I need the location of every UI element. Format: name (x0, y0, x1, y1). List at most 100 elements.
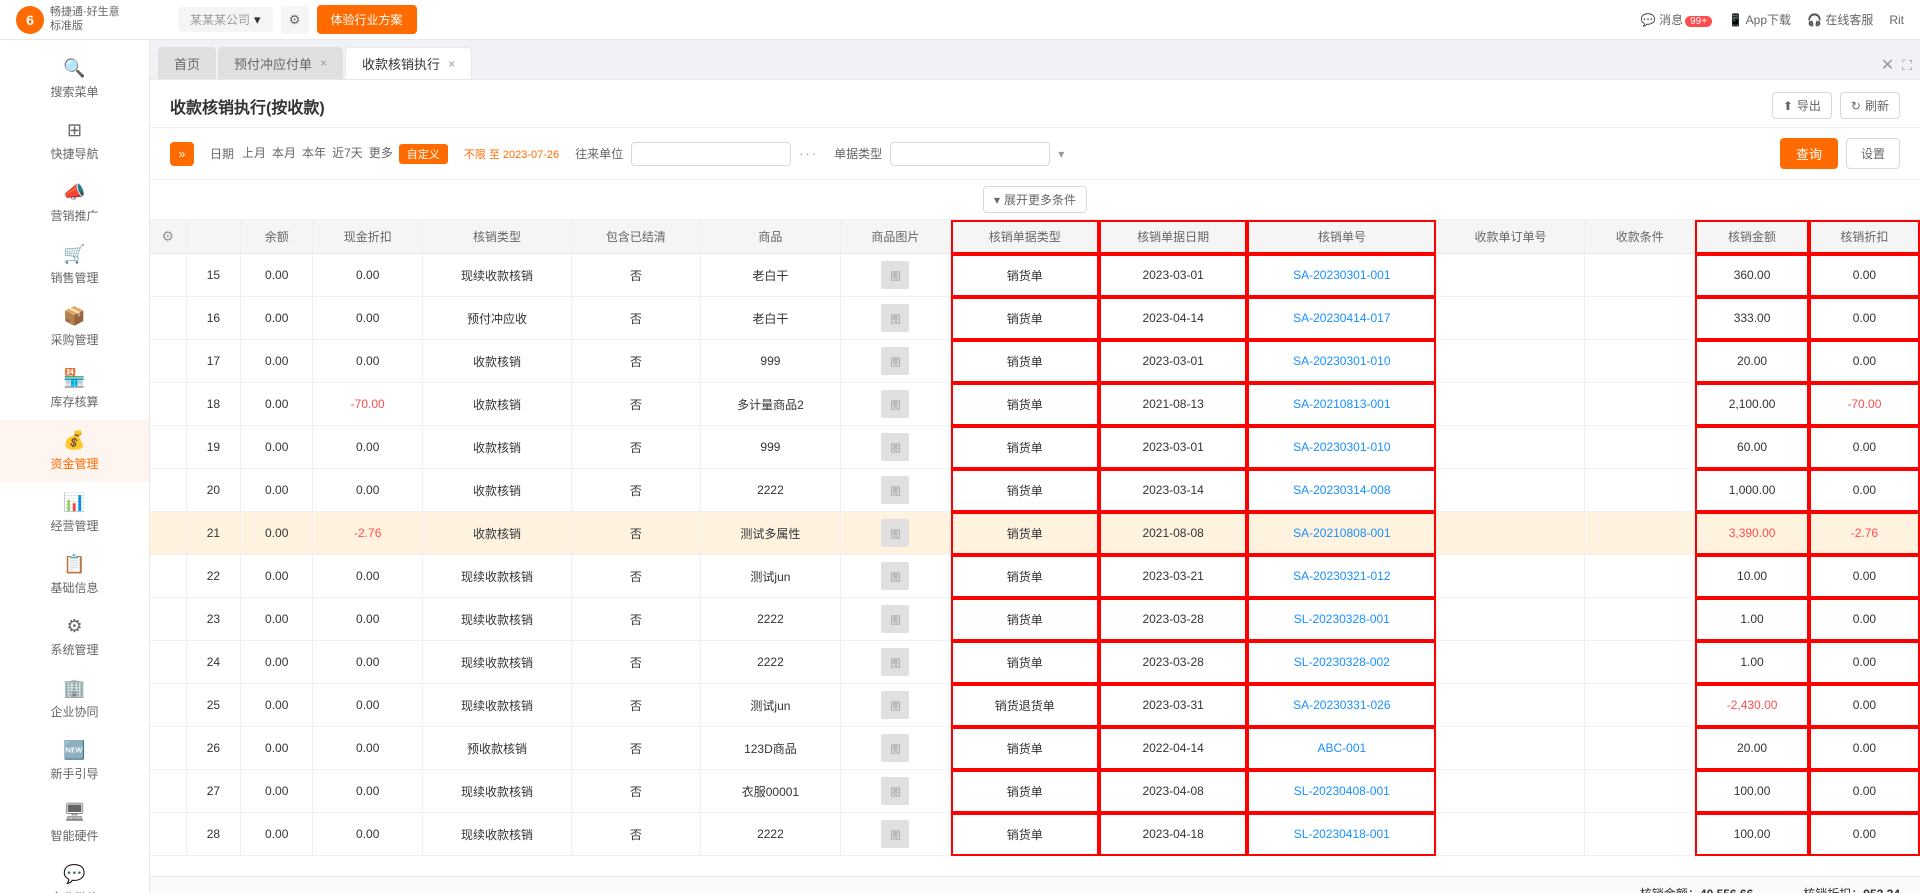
cell-goods-img: 图 (840, 555, 950, 598)
cell-verify-type: 收款核销 (423, 426, 571, 469)
sidebar-label-smart: 智能硬件 (50, 827, 98, 844)
cell-receipt-cond (1585, 555, 1695, 598)
company-selector[interactable]: 某某某公司 ▾ (178, 7, 273, 32)
export-button[interactable]: ⬆ 导出 (1772, 92, 1832, 119)
cell-verify-amount: 100.00 (1695, 770, 1809, 813)
export-icon: ⬆ (1783, 99, 1793, 113)
date-link-this-year[interactable]: 本年 (302, 144, 326, 164)
cell-goods: 多计量商品2 (700, 383, 840, 426)
sidebar-item-purchase[interactable]: 📦 采购管理 (0, 296, 149, 358)
date-link-more[interactable]: 更多 (369, 144, 393, 164)
expand-more-button[interactable]: ▾ 展开更多条件 (983, 186, 1087, 213)
tab-prepay[interactable]: 预付冲应付单 × (218, 47, 343, 79)
tab-maximize-icon[interactable]: ⛶ (1902, 57, 1912, 74)
cell-verify-bill-no[interactable]: SA-20230301-010 (1247, 340, 1436, 383)
counterpart-input[interactable] (631, 142, 791, 166)
app-download-link[interactable]: 📱 App下载 (1728, 11, 1791, 28)
col-header-settings[interactable]: ⚙ (150, 220, 186, 254)
column-settings-button[interactable]: ⚙ (161, 228, 174, 245)
cell-verify-bill-no[interactable]: SA-20230414-017 (1247, 297, 1436, 340)
query-button[interactable]: 查询 (1780, 138, 1838, 169)
date-link-this-month[interactable]: 本月 (272, 144, 296, 164)
tab-receipt-verify[interactable]: 收款核销执行 × (345, 47, 472, 79)
tab-close-all-icon[interactable]: ✕ (1881, 55, 1894, 75)
cell-verify-bill-no[interactable]: SL-20230408-001 (1247, 770, 1436, 813)
cell-rownum: 15 (186, 254, 241, 297)
col-header-verify-discount: 核销折扣 (1809, 220, 1919, 254)
expand-button[interactable]: » (170, 142, 194, 166)
tab-home[interactable]: 首页 (158, 47, 216, 79)
sidebar-item-wechat[interactable]: 💬 企业微信 (0, 854, 149, 893)
cell-verify-bill-no[interactable]: SA-20230314-008 (1247, 469, 1436, 512)
cell-balance: 0.00 (241, 383, 313, 426)
cell-verify-bill-no[interactable]: SL-20230328-001 (1247, 598, 1436, 641)
sidebar-item-quick-nav[interactable]: ⊞ 快捷导航 (0, 110, 149, 172)
cell-verify-bill-no[interactable]: SA-20230331-026 (1247, 684, 1436, 727)
cell-verify-bill-no[interactable]: SL-20230328-002 (1247, 641, 1436, 684)
cell-verify-bill-no[interactable]: SA-20210808-001 (1247, 512, 1436, 555)
cell-receipt-cond (1585, 727, 1695, 770)
cell-include-settled: 否 (571, 555, 700, 598)
new-icon: 🆕 (63, 740, 85, 761)
message-link[interactable]: 💬 消息99+ (1641, 11, 1712, 28)
cell-verify-bill-no[interactable]: SA-20230321-012 (1247, 555, 1436, 598)
cell-verify-discount: 0.00 (1809, 770, 1919, 813)
counterpart-filter-group: 往来单位 ··· (575, 142, 818, 166)
date-link-7days[interactable]: 近7天 (332, 144, 363, 164)
voucher-type-input[interactable] (890, 142, 1050, 166)
cell-verify-amount: 333.00 (1695, 297, 1809, 340)
cell-goods-img: 图 (840, 727, 950, 770)
cell-rownum: 28 (186, 813, 241, 856)
table-row: 23 0.00 0.00 现续收款核销 否 2222 图 销货单 2023-03… (150, 598, 1920, 641)
cart-icon: 🛒 (63, 244, 85, 265)
cell-verify-discount: 0.00 (1809, 598, 1919, 641)
cell-receipt-cond (1585, 684, 1695, 727)
sidebar-item-inventory[interactable]: 🏪 库存核算 (0, 358, 149, 420)
table-footer: 核销金额：40,556,66... 核销折扣：952.24 (150, 876, 1920, 893)
col-header-verify-bill-no: 核销单号 (1247, 220, 1436, 254)
cell-verify-bill-type: 销货单 (951, 512, 1099, 555)
sidebar-item-basic-info[interactable]: 📋 基础信息 (0, 544, 149, 606)
cell-goods-img: 图 (840, 770, 950, 813)
custom-date-button[interactable]: 自定义 (399, 144, 448, 164)
settings-icon[interactable]: ⚙ (281, 6, 309, 34)
counterpart-label: 往来单位 (575, 145, 623, 162)
col-header-verify-amount: 核销金额 (1695, 220, 1809, 254)
cell-rownum: 18 (186, 383, 241, 426)
cell-verify-bill-no[interactable]: ABC-001 (1247, 727, 1436, 770)
cell-goods-img: 图 (840, 469, 950, 512)
sidebar-item-operation[interactable]: 📊 经营管理 (0, 482, 149, 544)
cell-verify-bill-type: 销货单 (951, 813, 1099, 856)
cell-balance: 0.00 (241, 684, 313, 727)
cell-settings (150, 727, 186, 770)
cell-verify-amount: 1.00 (1695, 641, 1809, 684)
tab-receipt-verify-close[interactable]: × (448, 57, 455, 71)
cell-verify-type: 预收款核销 (423, 727, 571, 770)
sidebar-item-marketing[interactable]: 📣 营销推广 (0, 172, 149, 234)
sidebar-item-search[interactable]: 🔍 搜索菜单 (0, 48, 149, 110)
date-link-last-month[interactable]: 上月 (242, 144, 266, 164)
sidebar-item-smart[interactable]: 🖥 智能硬件 (0, 792, 149, 854)
cell-verify-bill-no[interactable]: SL-20230418-001 (1247, 813, 1436, 856)
cell-verify-bill-no[interactable]: SA-20230301-010 (1247, 426, 1436, 469)
sidebar-item-system[interactable]: ⚙ 系统管理 (0, 606, 149, 668)
col-header-receipt-order-no: 收款单订单号 (1436, 220, 1584, 254)
sidebar-item-finance[interactable]: 💰 资金管理 (0, 420, 149, 482)
sidebar-label-finance: 资金管理 (50, 455, 98, 472)
online-service-link[interactable]: 🎧 在线客服 (1807, 11, 1873, 28)
cell-verify-bill-no[interactable]: SA-20210813-001 (1247, 383, 1436, 426)
sidebar-item-corp[interactable]: 🏢 企业协同 (0, 668, 149, 730)
cell-verify-bill-no[interactable]: SA-20230301-001 (1247, 254, 1436, 297)
megaphone-icon: 📣 (63, 182, 85, 203)
refresh-button[interactable]: ↻ 刷新 (1840, 92, 1900, 119)
cell-verify-type: 现续收款核销 (423, 598, 571, 641)
cell-verify-discount: 0.00 (1809, 340, 1919, 383)
cell-include-settled: 否 (571, 512, 700, 555)
sidebar-item-sales[interactable]: 🛒 销售管理 (0, 234, 149, 296)
tab-prepay-close[interactable]: × (320, 56, 327, 70)
sidebar-item-guide[interactable]: 🆕 新手引导 (0, 730, 149, 792)
trial-button[interactable]: 体验行业方案 (317, 5, 417, 34)
cell-goods-img: 图 (840, 813, 950, 856)
cell-cash-discount: 0.00 (313, 598, 423, 641)
filter-settings-button[interactable]: 设置 (1846, 138, 1900, 169)
